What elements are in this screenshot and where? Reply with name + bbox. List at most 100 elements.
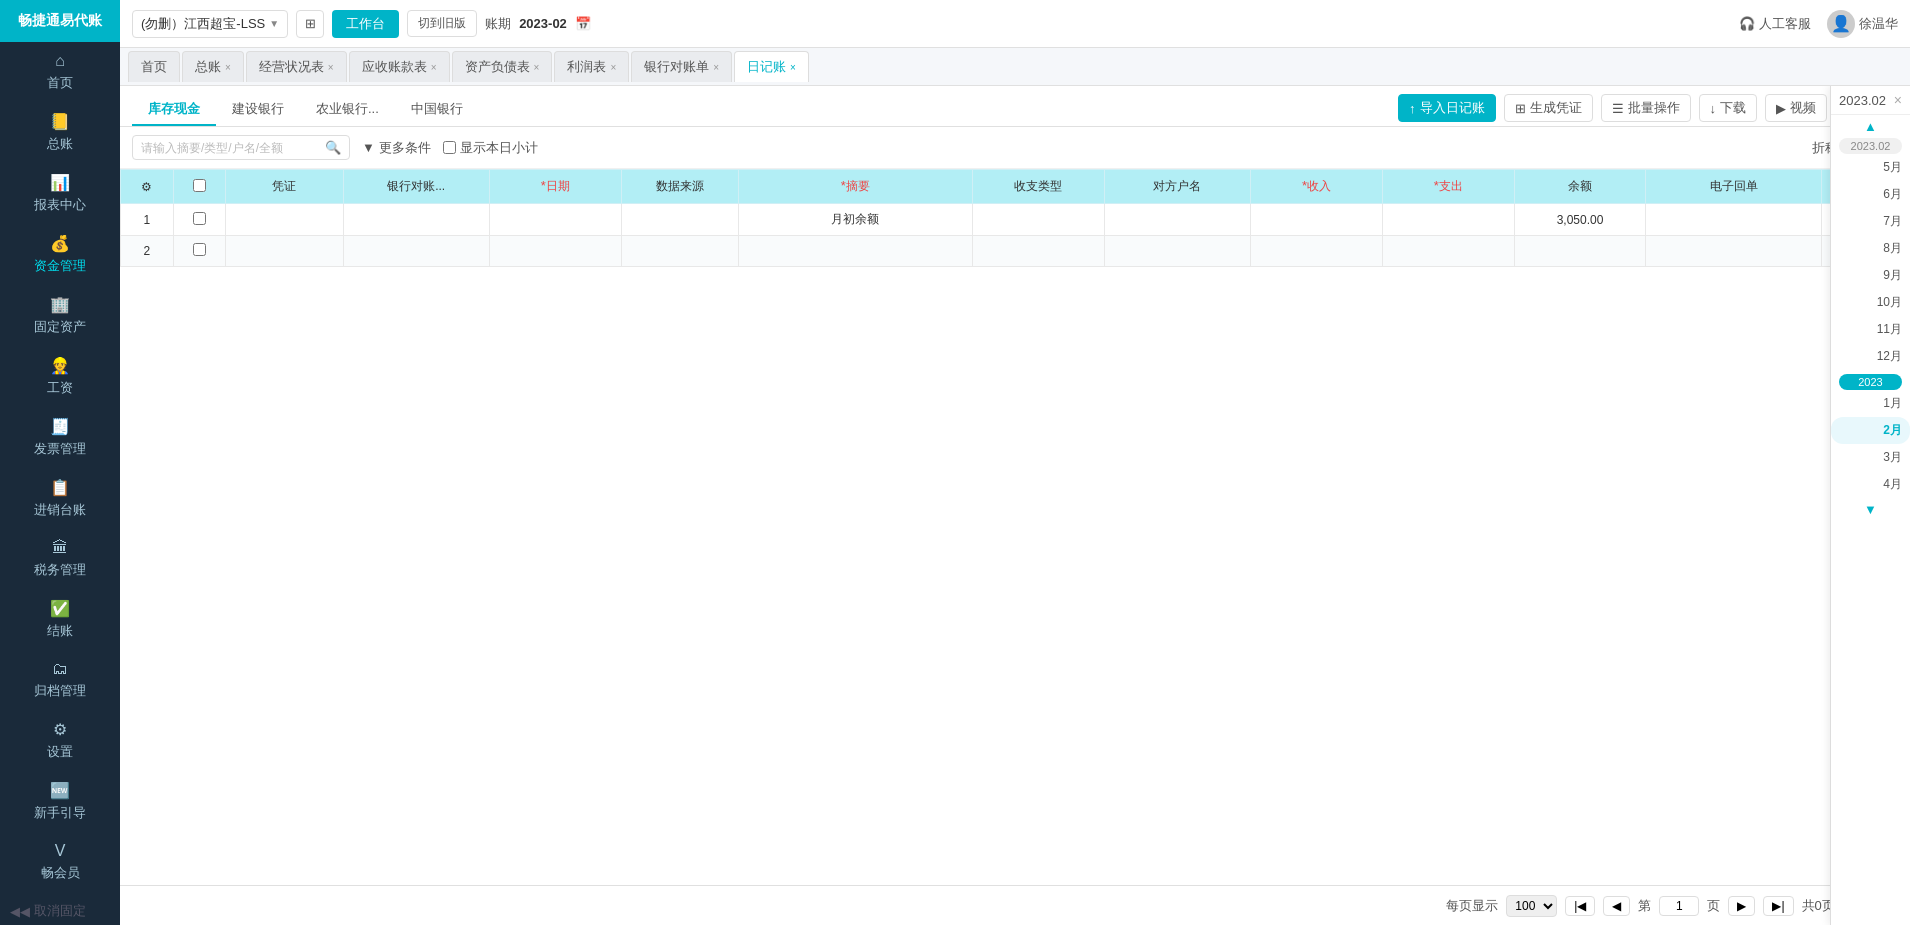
tab-operation-status[interactable]: 经营状况表 × xyxy=(246,51,347,82)
subtab-ccb[interactable]: 建设银行 xyxy=(216,94,300,126)
work-station-button[interactable]: 工作台 xyxy=(332,10,399,38)
month-9[interactable]: 9月 xyxy=(1831,262,1910,289)
last-page-button[interactable]: ▶| xyxy=(1763,896,1793,916)
subtab-cash[interactable]: 库存现金 xyxy=(132,94,216,126)
search-input-wrap[interactable]: 🔍 xyxy=(132,135,350,160)
date-panel-close-icon[interactable]: × xyxy=(1894,92,1902,108)
sidebar-item-ledger[interactable]: 📒 总账 xyxy=(0,102,120,163)
archive-icon: 🗂 xyxy=(52,660,68,678)
row-num: 1 xyxy=(121,204,174,236)
row-check[interactable] xyxy=(173,204,226,236)
show-subtotal-checkbox[interactable]: 显示本日小计 xyxy=(443,139,538,157)
select-all-checkbox[interactable] xyxy=(193,179,206,192)
switch-old-version-button[interactable]: 切到旧版 xyxy=(407,10,477,37)
tab-close-icon[interactable]: × xyxy=(713,62,719,73)
avatar: 👤 xyxy=(1827,10,1855,38)
month-10[interactable]: 10月 xyxy=(1831,289,1910,316)
scroll-down-button[interactable]: ▼ xyxy=(1831,498,1910,521)
row-electronic xyxy=(1646,204,1822,236)
subtab-agbank[interactable]: 农业银行... xyxy=(300,94,395,126)
sidebar-item-fixed-assets[interactable]: 🏢 固定资产 xyxy=(0,285,120,346)
row-expense xyxy=(1382,236,1514,267)
prev-page-button[interactable]: ◀ xyxy=(1603,896,1630,916)
month-3[interactable]: 3月 xyxy=(1831,444,1910,471)
date-panel: 2023.02 × ▲ 2023.02 5月 6月 7月 8月 9月 10月 1… xyxy=(1830,86,1910,925)
month-8[interactable]: 8月 xyxy=(1831,235,1910,262)
th-settings[interactable]: ⚙ xyxy=(121,170,174,204)
tab-bank-statement[interactable]: 银行对账单 × xyxy=(631,51,732,82)
tab-home[interactable]: 首页 xyxy=(128,51,180,82)
month-7[interactable]: 7月 xyxy=(1831,208,1910,235)
calendar-icon[interactable]: 📅 xyxy=(575,16,591,31)
tab-profit[interactable]: 利润表 × xyxy=(554,51,629,82)
video-button[interactable]: ▶ 视频 xyxy=(1765,94,1827,122)
month-4[interactable]: 4月 xyxy=(1831,471,1910,498)
sidebar-item-member[interactable]: V 畅会员 xyxy=(0,832,120,892)
tab-journal[interactable]: 日记账 × xyxy=(734,51,809,82)
scroll-up-button[interactable]: ▲ xyxy=(1831,115,1910,138)
tab-balance-sheet[interactable]: 资产负债表 × xyxy=(452,51,553,82)
tab-close-icon[interactable]: × xyxy=(328,62,334,73)
first-page-button[interactable]: |◀ xyxy=(1565,896,1595,916)
import-journal-button[interactable]: ↑ 导入日记账 xyxy=(1398,94,1496,122)
subtotal-checkbox-input[interactable] xyxy=(443,141,456,154)
sidebar-item-archive[interactable]: 🗂 归档管理 xyxy=(0,650,120,710)
month-2-current[interactable]: 2月 xyxy=(1831,417,1910,444)
sidebar-item-label: 发票管理 xyxy=(34,440,86,458)
th-income: *收入 xyxy=(1251,170,1383,204)
sidebar-item-label: 总账 xyxy=(47,135,73,153)
th-expense: *支出 xyxy=(1382,170,1514,204)
sidebar-item-reports[interactable]: 📊 报表中心 xyxy=(0,163,120,224)
month-6[interactable]: 6月 xyxy=(1831,181,1910,208)
subtab-actions: ↑ 导入日记账 ⊞ 生成凭证 ☰ 批量操作 ↓ 下载 ▶ 视频 xyxy=(1398,94,1898,126)
month-1[interactable]: 1月 xyxy=(1831,390,1910,417)
tab-accounts-receivable[interactable]: 应收账款表 × xyxy=(349,51,450,82)
main-area: (勿删）江西超宝-LSS ▼ ⊞ 工作台 切到旧版 账期 2023-02 📅 🎧… xyxy=(120,0,1910,925)
sidebar-item-wages[interactable]: 👷 工资 xyxy=(0,346,120,407)
generate-voucher-button[interactable]: ⊞ 生成凭证 xyxy=(1504,94,1593,122)
filter-icon: ▼ xyxy=(362,140,375,155)
search-icon[interactable]: 🔍 xyxy=(325,140,341,155)
user-menu[interactable]: 👤 徐温华 xyxy=(1827,10,1898,38)
sidebar-item-asset-mgmt[interactable]: 💰 资金管理 xyxy=(0,224,120,285)
subtab-bocbank[interactable]: 中国银行 xyxy=(395,94,479,126)
tab-general-ledger[interactable]: 总账 × xyxy=(182,51,244,82)
report-icon: 📊 xyxy=(50,173,70,192)
year-badge-2023: 2023 xyxy=(1839,374,1902,390)
filter-button[interactable]: ▼ 更多条件 xyxy=(362,139,431,157)
tabbar: 首页 总账 × 经营状况表 × 应收账款表 × 资产负债表 × 利润表 × 银行… xyxy=(120,48,1910,86)
tab-close-icon[interactable]: × xyxy=(610,62,616,73)
tab-close-icon[interactable]: × xyxy=(431,62,437,73)
sidebar-item-settings[interactable]: ⚙ 设置 xyxy=(0,710,120,771)
th-check[interactable] xyxy=(173,170,226,204)
sidebar-unpin[interactable]: ◀◀ 取消固定 xyxy=(0,892,120,925)
sidebar-item-sales-ledger[interactable]: 📋 进销台账 xyxy=(0,468,120,529)
sidebar-item-invoice-mgmt[interactable]: 🧾 发票管理 xyxy=(0,407,120,468)
sidebar-item-settlement[interactable]: ✅ 结账 xyxy=(0,589,120,650)
tab-label: 经营状况表 xyxy=(259,58,324,76)
tab-close-icon[interactable]: × xyxy=(790,62,796,73)
per-page-select[interactable]: 100 xyxy=(1506,895,1557,917)
customer-service[interactable]: 🎧 人工客服 xyxy=(1739,15,1811,33)
copy-icon-btn[interactable]: ⊞ xyxy=(296,10,324,38)
download-button[interactable]: ↓ 下载 xyxy=(1699,94,1758,122)
sidebar-item-tax-mgmt[interactable]: 🏛 税务管理 xyxy=(0,529,120,589)
month-11[interactable]: 11月 xyxy=(1831,316,1910,343)
sidebar-item-guide[interactable]: 🆕 新手引导 xyxy=(0,771,120,832)
month-5[interactable]: 5月 xyxy=(1831,154,1910,181)
next-page-button[interactable]: ▶ xyxy=(1728,896,1755,916)
page-input[interactable] xyxy=(1659,896,1699,916)
tab-close-icon[interactable]: × xyxy=(225,62,231,73)
sidebar-item-label: 归档管理 xyxy=(34,682,86,700)
tab-label: 应收账款表 xyxy=(362,58,427,76)
toolbar: 🔍 ▼ 更多条件 显示本日小计 折称： 人民币 xyxy=(120,127,1910,169)
month-12[interactable]: 12月 xyxy=(1831,343,1910,370)
period-value: 2023-02 xyxy=(519,16,567,31)
batch-action-button[interactable]: ☰ 批量操作 xyxy=(1601,94,1691,122)
company-selector[interactable]: (勿删）江西超宝-LSS ▼ xyxy=(132,10,288,38)
row-check[interactable] xyxy=(173,236,226,267)
wages-icon: 👷 xyxy=(50,356,70,375)
sidebar-item-home[interactable]: ⌂ 首页 xyxy=(0,42,120,102)
tab-close-icon[interactable]: × xyxy=(534,62,540,73)
search-input[interactable] xyxy=(141,141,321,155)
